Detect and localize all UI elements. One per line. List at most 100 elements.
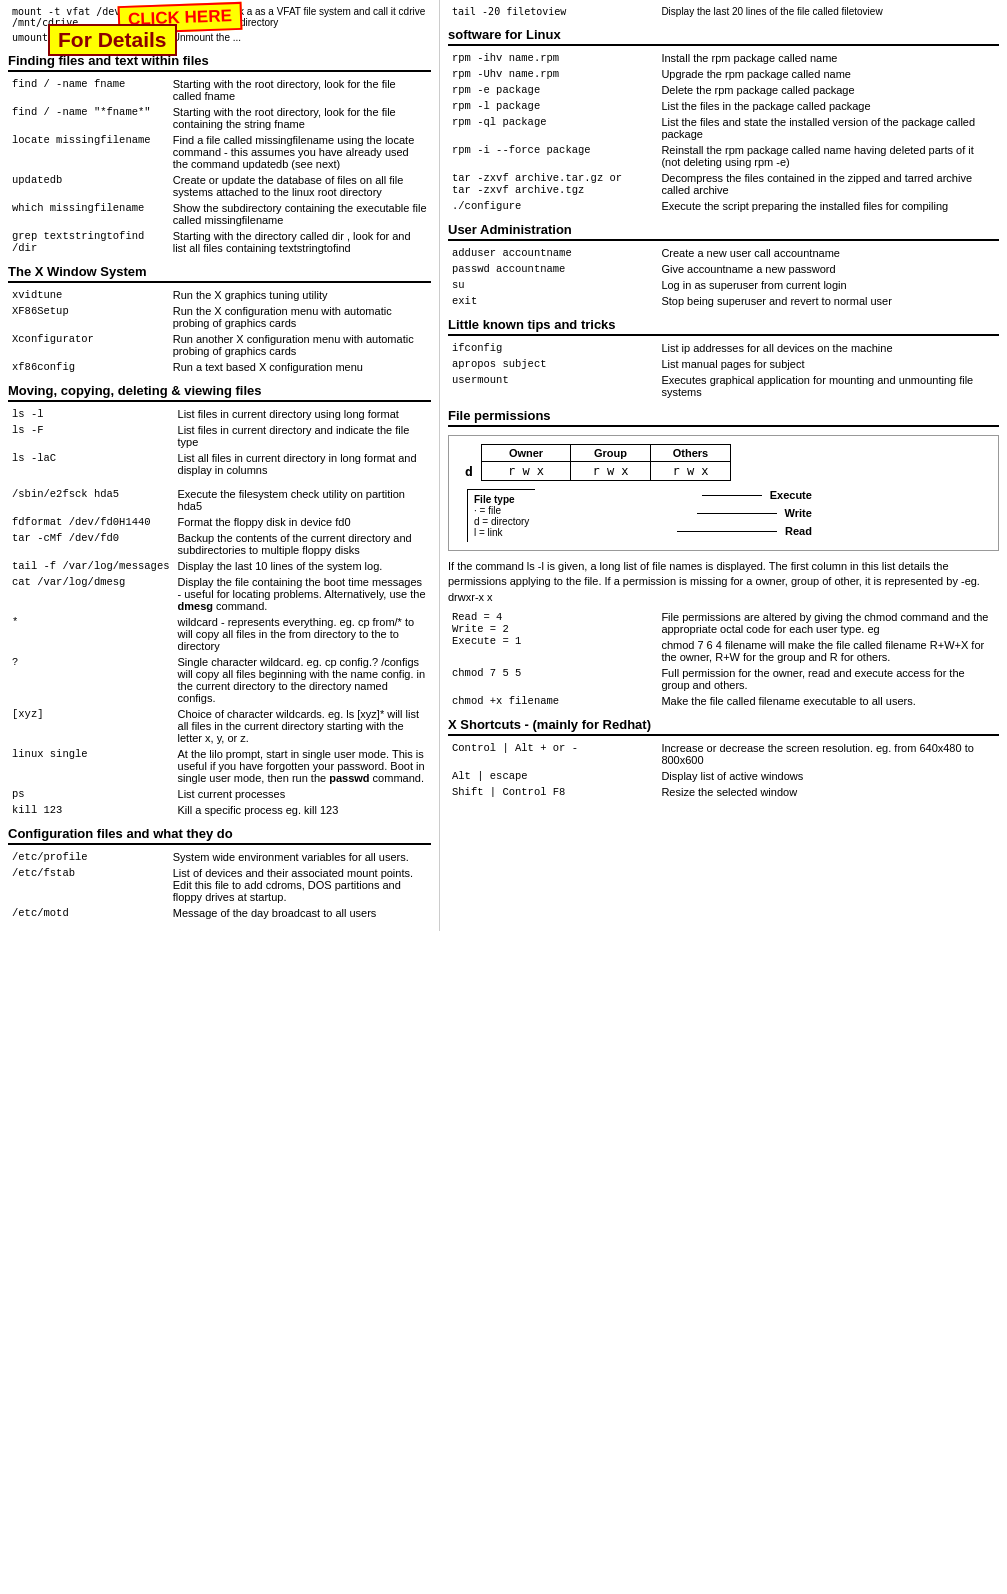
left-column: mount -t vfat /dev/hda1/mnt/cdrive Mount… [0,0,440,931]
config-files-title: Configuration files and what they do [8,826,431,845]
desc-cell: Display the file containing the boot tim… [174,574,431,614]
others-rwx: r w x [651,462,731,481]
table-row: usermount Executes graphical application… [448,372,999,400]
cmd-cell: updatedb [8,172,169,200]
desc-cell: Execute the script preparing the install… [657,198,999,214]
perm-desc-cell: File permissions are altered by giving t… [657,609,999,665]
desc-cell: Backup the contents of the current direc… [174,530,431,558]
desc-cell: Run a text based X configuration menu [169,359,431,375]
desc-cell: Reinstall the rpm package called name ha… [657,142,999,170]
table-row: /sbin/e2fsck hda5 Execute the filesystem… [8,486,431,514]
cmd-cell: ps [8,786,174,802]
table-row: xf86config Run a text based X configurat… [8,359,431,375]
desc-cell: Decompress the files contained in the zi… [657,170,999,198]
cmd-cell: tar -zxvf archive.tar.gz ortar -zxvf arc… [448,170,657,198]
table-row: exit Stop being superuser and revert to … [448,293,999,309]
table-row: /etc/profile System wide environment var… [8,849,431,865]
desc-cell: List the files in the package called pac… [657,98,999,114]
table-row: tar -zxvf archive.tar.gz ortar -zxvf arc… [448,170,999,198]
perm-desc-cell: Make the file called filename executable… [657,693,999,709]
x-shortcuts-title: X Shortcuts - (mainly for Redhat) [448,717,999,736]
cmd-cell: find / -name "*fname*" [8,104,169,132]
cmd-cell: /sbin/e2fsck hda5 [8,486,174,514]
table-row: passwd accountname Give accountname a ne… [448,261,999,277]
table-row: xvidtune Run the X graphics tuning utili… [8,287,431,303]
perm-desc-cell: Full permission for the owner, read and … [657,665,999,693]
desc-cell: Give accountname a new password [657,261,999,277]
desc-cell: Single character wildcard. eg. cp config… [174,654,431,706]
desc-cell: Run another X configuration menu with au… [169,331,431,359]
table-row: ifconfig List ip addresses for all devic… [448,340,999,356]
desc-cell: Choice of character wildcards. eg. ls [x… [174,706,431,746]
table-row: grep textstringtofind/dir Starting with … [8,228,431,256]
file-permissions-title: File permissions [448,408,999,427]
desc-cell: Upgrade the rpm package called name [657,66,999,82]
cmd-cell: rpm -i --force package [448,142,657,170]
desc-cell: List all files in current directory in l… [174,450,431,478]
table-row: chmod 7 5 5 Full permission for the owne… [448,665,999,693]
desc-cell: System wide environment variables for al… [169,849,431,865]
table-row: find / -name fname Starting with the roo… [8,76,431,104]
cmd-cell: [xyz] [8,706,174,746]
table-row: /etc/motd Message of the day broadcast t… [8,905,431,921]
cmd-cell: ls -F [8,422,174,450]
cmd-cell: /etc/motd [8,905,169,921]
desc-cell: Show the subdirectory containing the exe… [169,200,431,228]
rpm-table: rpm -ihv name.rpm Install the rpm packag… [448,50,999,214]
desc-cell: At the lilo prompt, start in single user… [174,746,431,786]
table-row: ls -l List files in current directory us… [8,406,431,422]
table-row: Control | Alt + or - Increase or decreas… [448,740,999,768]
tips-table: ifconfig List ip addresses for all devic… [448,340,999,400]
table-row: linux single At the lilo prompt, start i… [8,746,431,786]
table-row: ls -F List files in current directory an… [8,422,431,450]
user-admin-table: adduser accountname Create a new user ca… [448,245,999,309]
top-right-table: tail -20 filetoview Display the last 20 … [448,4,999,19]
desc-cell: Format the floppy disk in device fd0 [174,514,431,530]
config-files-section: Configuration files and what they do /et… [8,826,431,921]
desc-cell: Display list of active windows [657,768,999,784]
desc-cell: List ip addresses for all devices on the… [657,340,999,356]
rpm-section-title: software for Linux [448,27,999,46]
cmd-cell: adduser accountname [448,245,657,261]
finding-files-section: Finding files and text within files find… [8,53,431,256]
desc-cell: Run the X configuration menu with automa… [169,303,431,331]
cmd-cell: rpm -e package [448,82,657,98]
config-files-table: /etc/profile System wide environment var… [8,849,431,921]
owner-rwx: r w x [481,462,571,481]
desc-cell: Install the rpm package called name [657,50,999,66]
table-row: tail -20 filetoview Display the last 20 … [448,4,999,19]
desc-cell: Create or update the database of files o… [169,172,431,200]
for-details-banner[interactable]: For Details [48,24,177,56]
owner-col-header: Owner [481,444,571,462]
desc-cell: wildcard - represents everything. eg. cp… [174,614,431,654]
group-rwx: r w x [571,462,651,481]
desc-cell: List manual pages for subject [657,356,999,372]
desc-cell: Run the X graphics tuning utility [169,287,431,303]
desc-cell: List current processes [174,786,431,802]
top-right-area: tail -20 filetoview Display the last 20 … [448,4,999,19]
desc-cell: List files in current directory using lo… [174,406,431,422]
right-column: tail -20 filetoview Display the last 20 … [440,0,1007,931]
cmd-cell: ? [8,654,174,706]
table-row: rpm -ihv name.rpm Install the rpm packag… [448,50,999,66]
table-row: ./configure Execute the script preparing… [448,198,999,214]
table-row: rpm -e package Delete the rpm package ca… [448,82,999,98]
cmd-cell: ./configure [448,198,657,214]
cmd-cell: xvidtune [8,287,169,303]
table-row: locate missingfilename Find a file calle… [8,132,431,172]
user-admin-section: User Administration adduser accountname … [448,222,999,309]
table-row: find / -name "*fname*" Starting with the… [8,104,431,132]
permissions-description: If the command ls -l is given, a long li… [448,559,999,605]
cmd-cell: ifconfig [448,340,657,356]
file-permissions-section: File permissions Owner Group Others d r … [448,408,999,709]
table-row: [xyz] Choice of character wildcards. eg.… [8,706,431,746]
x-window-section: The X Window System xvidtune Run the X g… [8,264,431,375]
moving-copying-title: Moving, copying, deleting & viewing file… [8,383,431,402]
cmd-cell: linux single [8,746,174,786]
perm-value-cell: chmod +x filename [448,693,657,709]
cmd-cell: exit [448,293,657,309]
read-label: Read [677,525,812,537]
desc-cell: Increase or decrease the screen resoluti… [657,740,999,768]
perm-d-char: d [457,464,481,479]
table-row: Alt | escape Display list of active wind… [448,768,999,784]
